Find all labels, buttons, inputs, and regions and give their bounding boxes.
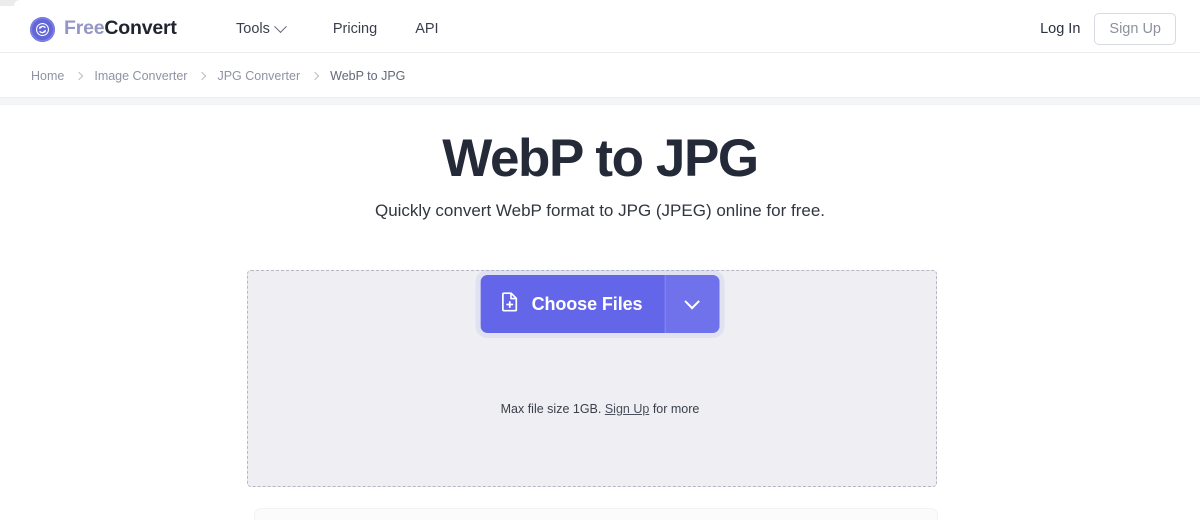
nav-item-pricing-label: Pricing: [332, 21, 378, 37]
convert-refresh-icon: [30, 16, 55, 42]
signup-button[interactable]: Sign Up: [1094, 12, 1176, 46]
chevron-right-icon: [198, 71, 207, 80]
max-file-size-note: Max file size 1GB. Sign Up for more: [0, 402, 1200, 417]
chevron-down-icon: [684, 293, 701, 309]
brand-name-convert: Convert: [104, 17, 177, 40]
file-add-icon: [501, 291, 521, 317]
signup-link[interactable]: Sign Up: [605, 402, 649, 416]
page-root: FreeConvert Tools Pricing API Log In Sig…: [0, 0, 1200, 520]
breadcrumb-bar: Home Image Converter JPG Converter WebP …: [0, 54, 1200, 97]
nav-item-pricing[interactable]: Pricing: [307, 15, 399, 43]
breadcrumb-item-current: WebP to JPG: [330, 68, 406, 83]
nav-item-tools[interactable]: Tools: [236, 15, 307, 43]
chevron-right-icon: [75, 71, 84, 80]
nav-item-api[interactable]: API: [399, 15, 460, 43]
auth-actions: Log In Sign Up: [1040, 12, 1176, 46]
chevron-right-icon: [310, 71, 320, 80]
login-link[interactable]: Log In: [1040, 21, 1080, 37]
brand-logo[interactable]: FreeConvert: [30, 16, 177, 42]
site-header: FreeConvert Tools Pricing API Log In Sig…: [0, 6, 1200, 53]
max-file-size-suffix: for more: [652, 402, 700, 416]
chevron-down-icon: [273, 19, 287, 33]
brand-name-free: Free: [64, 17, 105, 40]
page-title: WebP to JPG: [442, 129, 759, 188]
breadcrumb-item-jpg-converter[interactable]: JPG Converter: [217, 69, 300, 83]
choose-files-dropdown-button[interactable]: [665, 275, 720, 333]
choose-files-control: Choose Files: [480, 275, 720, 333]
main-nav: Tools Pricing API: [236, 15, 461, 43]
main-content: WebP to JPG Quickly convert WebP format …: [0, 105, 1200, 520]
choose-files-label: Choose Files: [531, 293, 643, 314]
nav-item-tools-label: Tools: [236, 21, 270, 37]
brand-name: FreeConvert: [64, 19, 177, 39]
breadcrumb: Home Image Converter JPG Converter WebP …: [31, 69, 405, 83]
section-divider: [0, 97, 1200, 105]
page-subtitle: Quickly convert WebP format to JPG (JPEG…: [374, 201, 826, 220]
max-file-size-prefix: Max file size 1GB.: [500, 402, 602, 416]
lower-panel-peek: [254, 508, 938, 520]
breadcrumb-item-image-converter[interactable]: Image Converter: [94, 69, 187, 83]
breadcrumb-item-home[interactable]: Home: [31, 69, 64, 83]
nav-item-api-label: API: [415, 21, 439, 37]
choose-files-button[interactable]: Choose Files: [480, 275, 666, 333]
